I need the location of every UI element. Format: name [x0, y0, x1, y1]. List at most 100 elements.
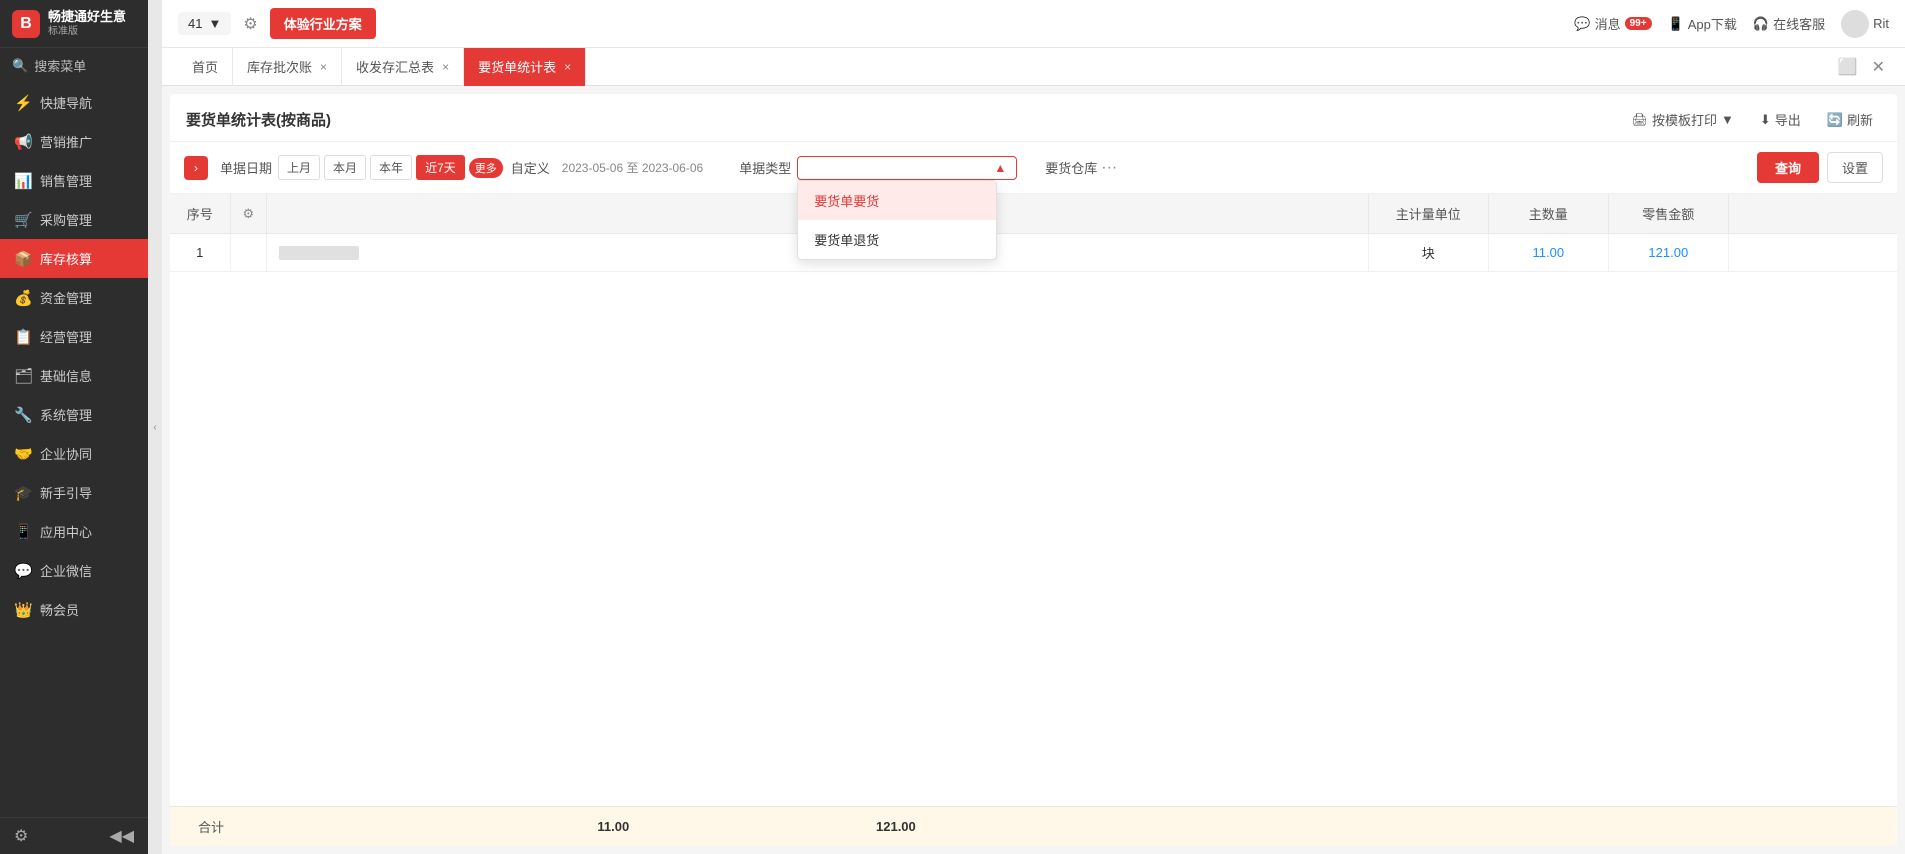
date-range-display: 2023-05-06 至 2023-06-06	[562, 159, 703, 176]
refresh-btn[interactable]: 🔄 刷新	[1819, 106, 1881, 133]
online-service-btn[interactable]: 🎧 在线客服	[1753, 14, 1825, 33]
messages-btn[interactable]: 💬 消息 99+	[1574, 14, 1651, 33]
th-seq: 序号	[170, 194, 230, 234]
filter-expand-btn[interactable]: ›	[184, 156, 208, 180]
th-extra	[1728, 194, 1897, 234]
tab-order-summary-close[interactable]: ×	[564, 60, 571, 74]
operations-icon: 📋	[14, 328, 32, 346]
tab-receive-summary-close[interactable]: ×	[442, 60, 449, 74]
filter-action-btns: 查询 设置	[1757, 152, 1883, 183]
sidebar-item-guide[interactable]: 🎓 新手引导	[0, 473, 148, 512]
table-row: 1 块 11.00 121.00	[170, 234, 1897, 272]
column-settings-icon[interactable]: ⚙	[243, 206, 255, 221]
sidebar-item-member[interactable]: 👑 畅会员	[0, 590, 148, 629]
sidebar-item-inventory[interactable]: 📦 库存核算	[0, 239, 148, 278]
settings-btn[interactable]: 设置	[1827, 152, 1883, 183]
date-btn-last7days[interactable]: 近7天	[416, 155, 465, 180]
export-icon: ⬇	[1760, 112, 1771, 128]
tab-count-selector[interactable]: 41 ▼	[178, 12, 231, 35]
query-btn[interactable]: 查询	[1757, 152, 1819, 183]
tab-home[interactable]: 首页	[178, 48, 233, 86]
chevron-down-icon-print: ▼	[1721, 112, 1734, 127]
user-avatar-btn[interactable]: Rit	[1841, 10, 1889, 38]
footer-qty: 11.00	[472, 819, 755, 834]
sidebar-item-enterprise[interactable]: 🤝 企业协同	[0, 434, 148, 473]
order-type-select-wrapper: ▲ 要货单要货 要货单退货	[797, 156, 1017, 180]
sidebar-item-app-center[interactable]: 📱 应用中心	[0, 512, 148, 551]
sidebar-item-operations[interactable]: 📋 经营管理	[0, 317, 148, 356]
guide-icon: 🎓	[14, 484, 32, 502]
collapse-icon[interactable]: ◀◀	[109, 826, 134, 846]
td-unit: 块	[1368, 234, 1488, 272]
dropdown-item-order-goods[interactable]: 要货单要货	[798, 181, 996, 220]
sidebar-item-basic[interactable]: 🗂 基础信息	[0, 356, 148, 395]
finance-icon: 💰	[14, 289, 32, 307]
sidebar-item-system[interactable]: 🔧 系统管理	[0, 395, 148, 434]
header-settings-icon[interactable]: ⚙	[243, 14, 257, 34]
search-menu[interactable]: 🔍 搜索菜单	[0, 48, 148, 83]
sidebar-bottom: ⚙ ◀◀	[0, 817, 148, 854]
order-type-select[interactable]: ▲	[797, 156, 1017, 180]
app-center-icon: 📱	[14, 523, 32, 541]
dropdown-item-order-return[interactable]: 要货单退货	[798, 220, 996, 259]
tabs-bar-right: ⬜ ✕	[1834, 53, 1889, 81]
inventory-icon: 📦	[14, 250, 32, 268]
page-title: 要货单统计表(按商品)	[186, 109, 331, 130]
td-row-settings	[230, 234, 267, 272]
table-footer: 合计 11.00 121.00	[170, 806, 1897, 846]
tabs-maximize-icon[interactable]: ⬜	[1834, 53, 1862, 81]
sidebar-item-purchase[interactable]: 🛒 采购管理	[0, 200, 148, 239]
date-custom-label[interactable]: 自定义	[511, 158, 550, 177]
sidebar-nav: ⚡ 快捷导航 📢 营销推广 📊 销售管理 🛒 采购管理 📦 库存核算 💰 资金管…	[0, 83, 148, 817]
chevron-up-icon: ▲	[994, 161, 1006, 175]
logo-text: 畅捷通好生意 标准版	[48, 9, 126, 39]
tabs-bar: 首页 库存批次账 × 收发存汇总表 × 要货单统计表 × ⬜ ✕	[162, 48, 1905, 86]
page-content: 要货单统计表(按商品) 🖨 按模板打印 ▼ ⬇ 导出 🔄 刷新 ›	[170, 94, 1897, 846]
export-btn[interactable]: ⬇ 导出	[1752, 106, 1809, 133]
date-badge-more[interactable]: 更多	[469, 158, 503, 178]
warehouse-more-icon[interactable]: ···	[1101, 159, 1117, 177]
tab-receive-summary[interactable]: 收发存汇总表 ×	[342, 48, 464, 86]
header-right: 💬 消息 99+ 📱 App下载 🎧 在线客服 Rit	[1574, 10, 1889, 38]
date-btn-this-month[interactable]: 本月	[324, 155, 366, 180]
phone-icon: 📱	[1668, 16, 1684, 32]
filter-bar: › 单据日期 上月 本月 本年 近7天 更多 自定义 2023-05-06 至 …	[170, 142, 1897, 194]
tabs-close-all-icon[interactable]: ✕	[1868, 53, 1889, 81]
table-container[interactable]: 序号 ⚙ 商品 主计量单位 主数量 零售金额 1	[170, 194, 1897, 806]
app-logo: B 畅捷通好生意 标准版	[0, 0, 148, 48]
tab-order-summary[interactable]: 要货单统计表 ×	[464, 48, 586, 86]
page-actions: 🖨 按模板打印 ▼ ⬇ 导出 🔄 刷新	[1623, 106, 1881, 133]
page-header: 要货单统计表(按商品) 🖨 按模板打印 ▼ ⬇ 导出 🔄 刷新	[170, 94, 1897, 142]
print-btn[interactable]: 🖨 按模板打印 ▼	[1623, 106, 1741, 133]
date-btn-last-month[interactable]: 上月	[278, 155, 320, 180]
tab-batch-account-close[interactable]: ×	[320, 60, 327, 74]
sidebar-item-finance[interactable]: 💰 资金管理	[0, 278, 148, 317]
footer-total-label: 合计	[182, 817, 472, 836]
th-qty: 主数量	[1488, 194, 1608, 234]
qty-link[interactable]: 11.00	[1533, 245, 1565, 260]
sidebar-item-sales[interactable]: 📊 销售管理	[0, 161, 148, 200]
search-icon: 🔍	[12, 58, 28, 74]
app-download-btn[interactable]: 📱 App下载	[1668, 14, 1737, 33]
footer-amount: 121.00	[755, 819, 1038, 834]
member-icon: 👑	[14, 601, 32, 619]
wechat-icon: 💬	[14, 562, 32, 580]
date-btn-this-year[interactable]: 本年	[370, 155, 412, 180]
order-type-group: 单据类型 ▲ 要货单要货 要货单退货	[739, 156, 1017, 180]
marketing-icon: 📢	[14, 133, 32, 151]
th-unit: 主计量单位	[1368, 194, 1488, 234]
trial-btn[interactable]: 体验行业方案	[270, 8, 376, 39]
refresh-icon: 🔄	[1827, 112, 1843, 128]
tab-batch-account[interactable]: 库存批次账 ×	[233, 48, 342, 86]
sidebar-collapse-handle[interactable]: ‹	[148, 0, 162, 854]
sidebar: B 畅捷通好生意 标准版 🔍 搜索菜单 ⚡ 快捷导航 📢 营销推广 📊 销售管理…	[0, 0, 148, 854]
sidebar-item-wechat[interactable]: 💬 企业微信	[0, 551, 148, 590]
settings-bottom-icon[interactable]: ⚙	[14, 826, 28, 846]
sidebar-item-marketing[interactable]: 📢 营销推广	[0, 122, 148, 161]
enterprise-icon: 🤝	[14, 445, 32, 463]
sidebar-item-quick-nav[interactable]: ⚡ 快捷导航	[0, 83, 148, 122]
sales-icon: 📊	[14, 172, 32, 190]
amount-link[interactable]: 121.00	[1648, 245, 1688, 260]
date-filter-group: 单据日期 上月 本月 本年 近7天 更多 自定义	[220, 155, 550, 180]
th-settings[interactable]: ⚙	[230, 194, 267, 234]
